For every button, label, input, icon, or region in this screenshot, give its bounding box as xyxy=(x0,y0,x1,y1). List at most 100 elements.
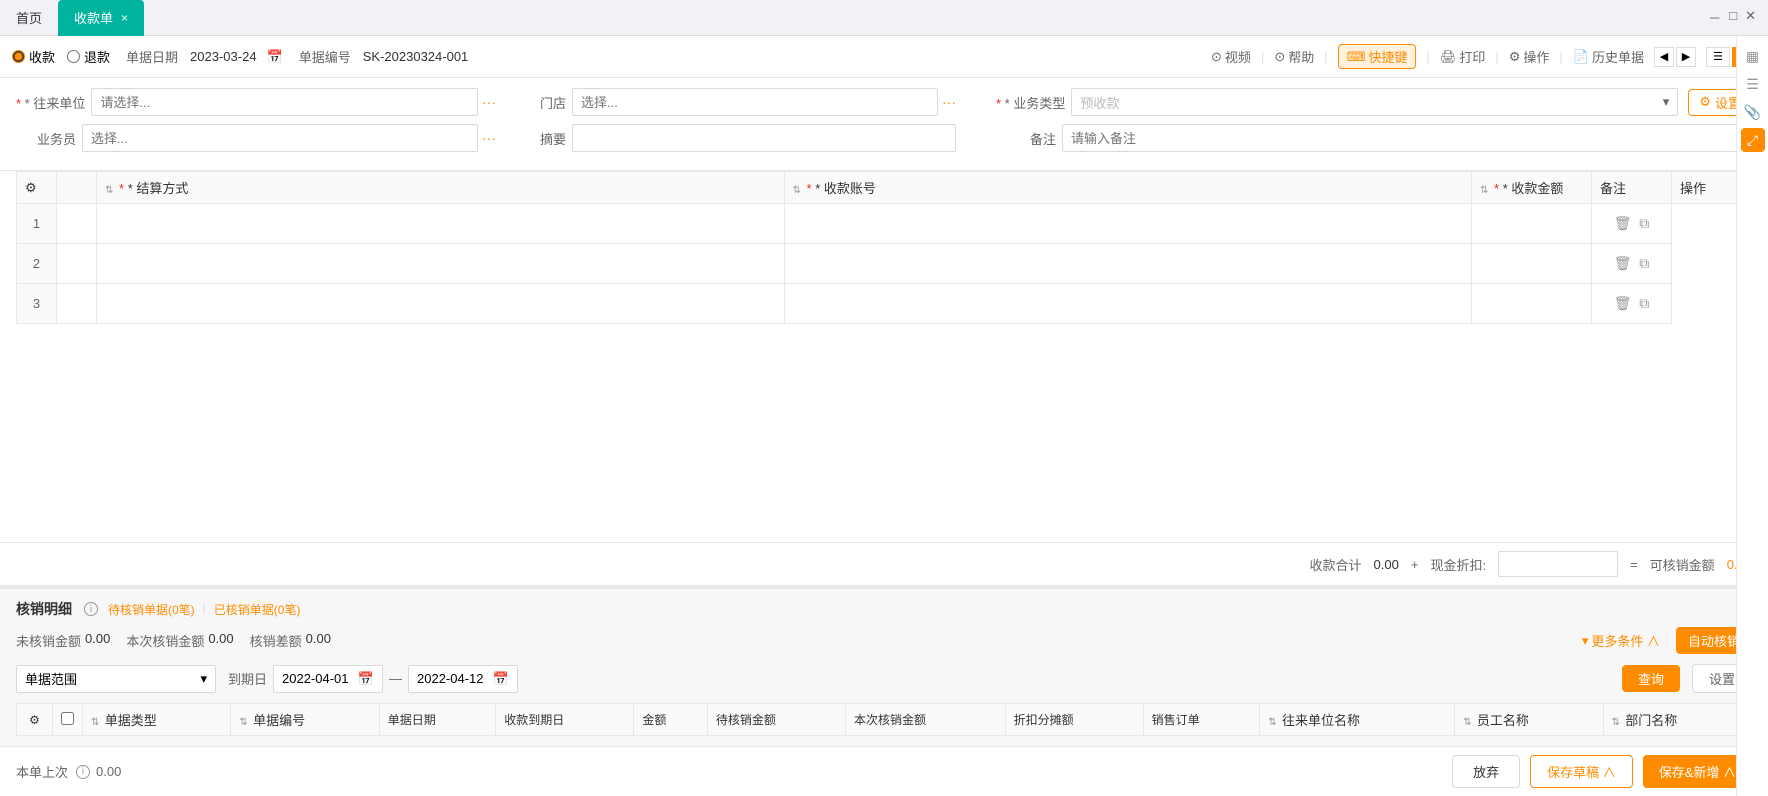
date-to-input[interactable]: 2022-04-12 📅 xyxy=(408,665,518,693)
counterpart-more-icon[interactable]: ··· xyxy=(482,94,496,110)
shortcut-btn[interactable]: ⌨ 快捷键 xyxy=(1338,44,1417,69)
counterpart-field: * 往来单位 ··· xyxy=(16,88,496,116)
nav-arrows: ◀ ▶ xyxy=(1654,47,1696,67)
list-view-btn[interactable]: ☰ xyxy=(1706,47,1730,67)
tab-home[interactable]: 首页 xyxy=(0,0,58,36)
tab-home-label: 首页 xyxy=(16,8,42,27)
cell-settlement-2[interactable] xyxy=(57,244,97,284)
staff-more-icon[interactable]: ··· xyxy=(482,130,496,146)
available-label: 可核销金额 xyxy=(1650,555,1715,574)
chevron-down-icon: ▾ xyxy=(1663,94,1670,110)
staff-label: 业务员 xyxy=(16,129,76,148)
bth-gear[interactable]: ⚙ xyxy=(17,704,53,736)
unverified-value: 0.00 xyxy=(85,631,110,650)
filter-row: 单据范围 ▾ 到期日 2022-04-01 📅 — 2022-04-12 📅 查… xyxy=(16,664,1752,693)
query-btn[interactable]: 查询 xyxy=(1622,665,1680,692)
cell-amount-1[interactable] xyxy=(784,204,1472,244)
discount-input[interactable] xyxy=(1498,551,1618,577)
select-all-checkbox[interactable] xyxy=(61,712,74,725)
prev-btn[interactable]: ◀ xyxy=(1654,47,1674,67)
sidebar-list-icon[interactable]: ☰ xyxy=(1741,72,1765,96)
sort-icon-settlement: ⇅ xyxy=(105,185,113,196)
receipt-table-section: ⚙ ⇅ * 结算方式 ⇅ * 收款账号 ⇅ * 收款金额 备注 xyxy=(0,171,1768,542)
operation-btn[interactable]: ⚙ 操作 xyxy=(1509,47,1550,66)
remark-input[interactable] xyxy=(1062,124,1752,152)
bth-bill-type: ⇅ 单据类型 xyxy=(83,704,231,736)
cell-settlement-1[interactable] xyxy=(57,204,97,244)
next-btn[interactable]: ▶ xyxy=(1676,47,1696,67)
operation-label: 操作 xyxy=(1523,47,1549,66)
help-btn[interactable]: ⊙ 帮助 xyxy=(1274,47,1314,66)
cell-settlement-3[interactable] xyxy=(57,284,97,324)
staff-input[interactable] xyxy=(82,124,478,152)
abandon-btn[interactable]: 放弃 xyxy=(1452,755,1520,788)
sidebar-clip-icon[interactable]: 📎 xyxy=(1741,100,1765,124)
calendar-icon[interactable]: 📅 xyxy=(267,49,283,65)
range-select[interactable]: 单据范围 ▾ xyxy=(16,665,216,693)
save-draft-label: 保存草稿 ∧ xyxy=(1547,762,1616,781)
cell-amount-3[interactable] xyxy=(784,284,1472,324)
delete-icon-2[interactable]: 🗑 xyxy=(1614,255,1632,271)
print-btn[interactable]: 🖨 打印 xyxy=(1440,47,1486,66)
th-gear[interactable]: ⚙ xyxy=(17,172,57,204)
sidebar-table-icon[interactable]: ▦ xyxy=(1741,44,1765,68)
hint-value: 0.00 xyxy=(96,764,121,779)
verify-section: 核销明细 i 待核销单据(0笔) | 已核销单据(0笔) 未核销金额 0.00 … xyxy=(0,585,1768,746)
bth-amount: 金额 xyxy=(634,704,708,736)
form-area: * 往来单位 ··· 门店 ··· * 业务类型 预收款 ▾ ⚙ xyxy=(0,78,1768,171)
business-type-field: * 业务类型 预收款 ▾ ⚙ 设置 xyxy=(996,88,1752,116)
table-row: 1 🗑 ⧉ xyxy=(17,204,1752,244)
shop-more-icon[interactable]: ··· xyxy=(942,94,956,110)
info-icon[interactable]: i xyxy=(84,602,98,616)
shop-label: 门店 xyxy=(536,93,566,112)
copy-icon-2[interactable]: ⧉ xyxy=(1639,255,1649,271)
verify-tabs: 待核销单据(0笔) | 已核销单据(0笔) xyxy=(108,601,300,618)
counterpart-input[interactable] xyxy=(91,88,478,116)
sidebar-expand-icon[interactable]: ⤢ xyxy=(1741,128,1765,152)
pending-tab[interactable]: 待核销单据(0笔) xyxy=(108,601,195,618)
summary-input[interactable] xyxy=(572,124,956,152)
verify-header: 核销明细 i 待核销单据(0笔) | 已核销单据(0笔) xyxy=(16,599,1752,619)
tab-receipt[interactable]: 收款单 × xyxy=(58,0,144,36)
video-btn[interactable]: ⊙ 视频 xyxy=(1211,47,1251,66)
receipt-radio-label: 收款 xyxy=(29,47,55,66)
more-conditions-btn[interactable]: ▾ 更多条件 ∧ xyxy=(1582,631,1660,650)
date-value: 2023-03-24 xyxy=(190,49,257,64)
window-close[interactable]: ✕ xyxy=(1745,8,1756,27)
refund-radio[interactable]: 退款 xyxy=(67,47,110,66)
verified-tab[interactable]: 已核销单据(0笔) xyxy=(214,601,301,618)
window-maximize[interactable]: □ xyxy=(1729,8,1737,27)
window-minimize[interactable]: － xyxy=(1708,8,1721,27)
history-btn[interactable]: 📄 历史单据 xyxy=(1573,47,1644,66)
delete-icon-3[interactable]: 🗑 xyxy=(1614,295,1632,311)
stat-current: 本次核销金额 0.00 xyxy=(126,631,233,650)
receipt-radio[interactable]: 收款 xyxy=(12,47,55,66)
tab-close-icon[interactable]: × xyxy=(121,11,128,25)
cell-account-1[interactable] xyxy=(97,204,785,244)
diff-value: 0.00 xyxy=(306,631,331,650)
date-range-label: 到期日 xyxy=(228,669,267,688)
hint-info-icon[interactable]: i xyxy=(76,765,90,779)
cell-remark-3[interactable] xyxy=(1472,284,1592,324)
date-from-input[interactable]: 2022-04-01 📅 xyxy=(273,665,383,693)
receipt-refund-toggle: 收款 退款 xyxy=(12,47,110,66)
cell-account-2[interactable] xyxy=(97,244,785,284)
remark-field: 备注 xyxy=(996,124,1752,152)
form-row-1: * 往来单位 ··· 门店 ··· * 业务类型 预收款 ▾ ⚙ xyxy=(16,88,1752,116)
shop-input[interactable] xyxy=(572,88,938,116)
delete-icon-1[interactable]: 🗑 xyxy=(1614,215,1632,231)
sort-icon-account: ⇅ xyxy=(793,185,801,196)
number-field: 单据编号 SK-20230324-001 xyxy=(299,47,469,66)
tab-bar: 首页 收款单 × － □ ✕ xyxy=(0,0,1768,36)
more-conditions-label: 更多条件 ∧ xyxy=(1591,631,1660,650)
counterpart-label: * 往来单位 xyxy=(16,93,85,112)
cell-account-3[interactable] xyxy=(97,284,785,324)
save-draft-btn[interactable]: 保存草稿 ∧ xyxy=(1530,755,1633,788)
business-type-select[interactable]: 预收款 ▾ xyxy=(1071,88,1678,116)
cell-amount-2[interactable] xyxy=(784,244,1472,284)
copy-icon-3[interactable]: ⧉ xyxy=(1639,295,1649,311)
cell-remark-2[interactable] xyxy=(1472,244,1592,284)
copy-icon-1[interactable]: ⧉ xyxy=(1639,215,1649,231)
cell-remark-1[interactable] xyxy=(1472,204,1592,244)
print-label: 打印 xyxy=(1459,47,1485,66)
